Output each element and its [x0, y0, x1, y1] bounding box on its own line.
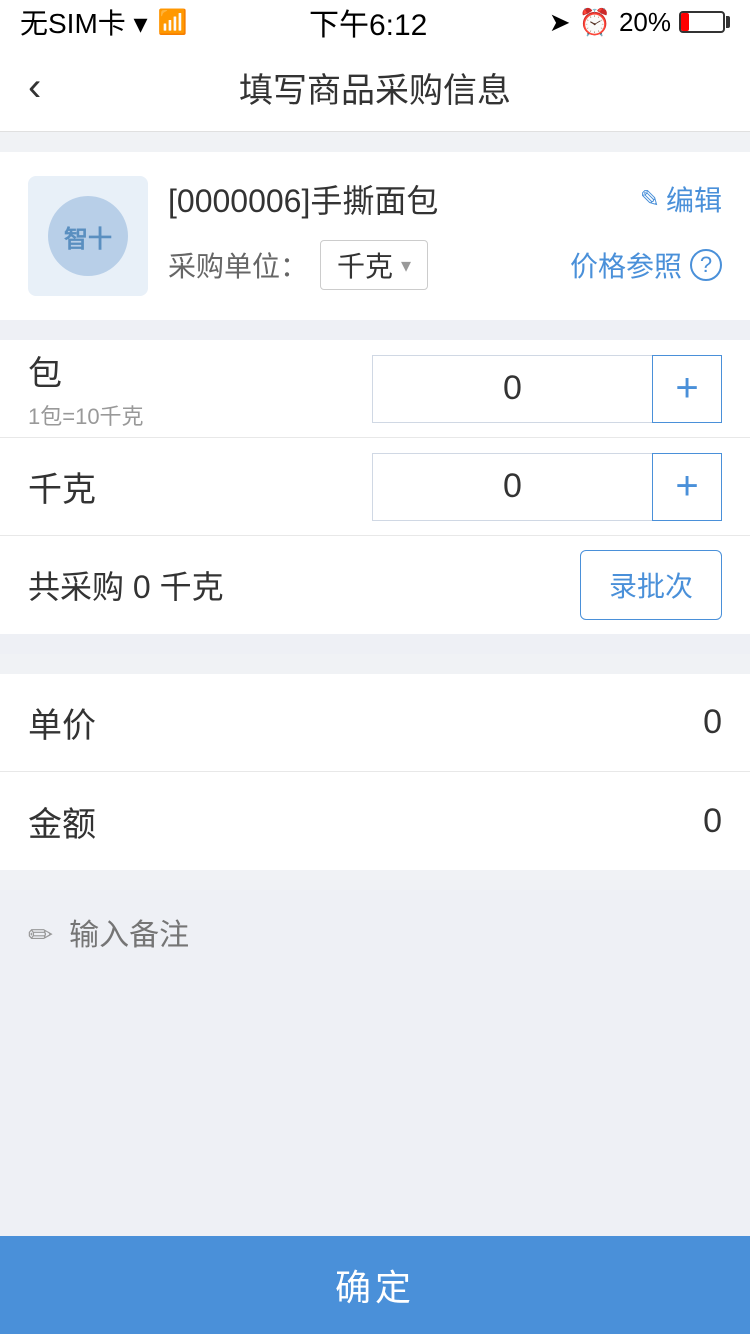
unit-price-label: 单价	[28, 698, 96, 747]
summary-row: 共采购 0 千克 录批次	[0, 536, 750, 634]
bao-sub-label: 1包=10千克	[28, 399, 148, 431]
amount-value: 0	[703, 802, 722, 841]
kg-input-row: 千克 +	[0, 438, 750, 536]
bao-input[interactable]	[372, 355, 652, 423]
alarm-icon: ⏰	[579, 7, 611, 38]
unit-price-row: 单价 0	[0, 674, 750, 772]
amount-label: 金额	[28, 797, 96, 846]
product-name-row: [0000006]手撕面包 ✎ 编辑	[168, 176, 722, 222]
chevron-down-icon: ▾	[401, 253, 411, 278]
bao-plus-button[interactable]: +	[652, 355, 722, 423]
amount-row: 金额 0	[0, 772, 750, 870]
kg-input-wrapper: +	[168, 453, 722, 521]
summary-text: 共采购 0 千克	[28, 562, 224, 608]
batch-button[interactable]: 录批次	[580, 550, 722, 620]
kg-plus-button[interactable]: +	[652, 453, 722, 521]
status-time: 下午6:12	[309, 0, 427, 44]
section-divider-2	[0, 634, 750, 654]
status-left: 无SIM卡 ▾ 📶	[20, 2, 188, 42]
status-bar: 无SIM卡 ▾ 📶 下午6:12 ➤ ⏰ 20%	[0, 0, 750, 44]
page-title: 填写商品采购信息	[239, 63, 511, 112]
unit-label: 采购单位：	[168, 245, 308, 285]
confirm-btn-wrapper: 确定	[0, 1236, 750, 1334]
kg-label: 千克	[28, 462, 148, 511]
price-reference-button[interactable]: 价格参照 ?	[570, 245, 722, 285]
product-info: [0000006]手撕面包 ✎ 编辑 采购单位： 千克 ▾ 价格参照 ?	[168, 176, 722, 290]
location-icon: ➤	[549, 7, 571, 38]
product-card: 智十 [0000006]手撕面包 ✎ 编辑 采购单位： 千克 ▾ 价格参照 ?	[0, 152, 750, 320]
product-unit-row: 采购单位： 千克 ▾ 价格参照 ?	[168, 240, 722, 290]
battery-percent: 20%	[619, 7, 671, 38]
bao-label: 包 1包=10千克	[28, 346, 148, 431]
pencil-icon: ✏	[28, 918, 53, 953]
status-right: ➤ ⏰ 20%	[549, 7, 730, 38]
edit-button[interactable]: ✎ 编辑	[640, 179, 722, 219]
battery-icon	[679, 11, 730, 33]
bao-input-row: 包 1包=10千克 +	[0, 340, 750, 438]
wifi-icon: 📶	[158, 8, 188, 37]
kg-input[interactable]	[372, 453, 652, 521]
nav-bar: ‹ 填写商品采购信息	[0, 44, 750, 132]
section-divider-1	[0, 320, 750, 340]
edit-icon: ✎	[640, 185, 660, 214]
bao-input-wrapper: +	[168, 355, 722, 423]
sim-status: 无SIM卡 ▾	[20, 2, 148, 42]
notes-input[interactable]	[69, 919, 722, 953]
unit-price-value: 0	[703, 703, 722, 742]
back-button[interactable]: ‹	[28, 65, 41, 110]
product-image: 智十	[28, 176, 148, 296]
help-icon: ?	[690, 249, 722, 281]
price-section: 单价 0 金额 0	[0, 674, 750, 870]
product-image-inner: 智十	[48, 196, 128, 276]
confirm-button[interactable]: 确定	[0, 1236, 750, 1334]
input-section: 包 1包=10千克 + 千克 + 共采购 0 千克 录批次	[0, 340, 750, 634]
notes-section: ✏	[0, 890, 750, 981]
unit-select[interactable]: 千克 ▾	[320, 240, 428, 290]
product-name: [0000006]手撕面包	[168, 176, 438, 222]
